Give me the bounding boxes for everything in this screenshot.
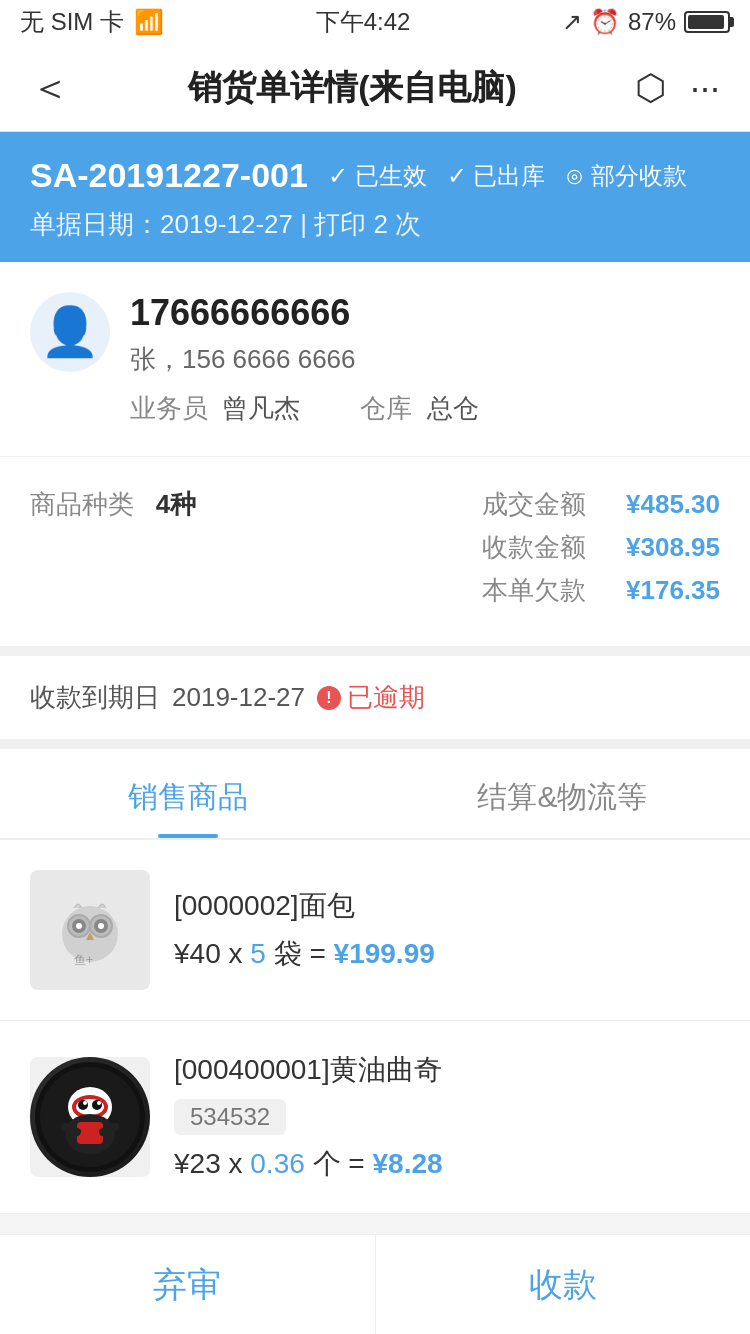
- carrier-text: 无 SIM 卡: [20, 6, 124, 38]
- back-button[interactable]: ＜: [30, 60, 70, 115]
- svg-line-20: [65, 1127, 77, 1132]
- stats-right: 成交金额 ¥485.30 收款金额 ¥308.95 本单欠款 ¥176.35: [482, 487, 720, 616]
- warehouse-info: 仓库 总仓: [360, 391, 478, 426]
- customer-meta: 业务员 曾凡杰 仓库 总仓: [130, 391, 720, 426]
- battery-text: 87%: [628, 8, 676, 36]
- product-price-row-0: ¥40 x 5 袋 = ¥199.99: [174, 935, 720, 973]
- wifi-icon: 📶: [134, 8, 164, 36]
- product-unit-0: 袋: [274, 938, 302, 969]
- order-meta: 单据日期：2019-12-27 | 打印 2 次: [30, 207, 720, 242]
- product-price-row-1: ¥23 x 0.36 个 = ¥8.28: [174, 1145, 720, 1183]
- product-qty-0: 5: [250, 938, 266, 969]
- amount-row-2: 本单欠款 ¥176.35: [482, 573, 720, 608]
- stats-section: 商品种类 4种 成交金额 ¥485.30 收款金额 ¥308.95 本单欠款 ¥…: [0, 457, 750, 656]
- cookie-icon: [35, 1062, 145, 1172]
- location-icon: ↗: [562, 8, 582, 36]
- product-info-1: [000400001]黄油曲奇 534532 ¥23 x 0.36 个 = ¥8…: [174, 1051, 720, 1183]
- amount-row-0: 成交金额 ¥485.30: [482, 487, 720, 522]
- avatar: 👤: [30, 292, 110, 372]
- svg-rect-19: [77, 1122, 103, 1144]
- badge-effective: ✓ 已生效: [328, 160, 427, 192]
- svg-point-16: [83, 1101, 87, 1105]
- alarm-icon: ⏰: [590, 8, 620, 36]
- amount-label-0: 成交金额: [482, 487, 586, 522]
- order-id: SA-20191227-001: [30, 156, 308, 195]
- product-total-1: ¥8.28: [372, 1148, 442, 1179]
- svg-point-14: [78, 1100, 88, 1110]
- share-icon[interactable]: ⬡: [635, 67, 666, 109]
- stats-row: 商品种类 4种 成交金额 ¥485.30 收款金额 ¥308.95 本单欠款 ¥…: [30, 487, 720, 616]
- stats-left: 商品种类 4种: [30, 487, 196, 526]
- svg-point-15: [92, 1100, 102, 1110]
- status-bar: 无 SIM 卡 📶 下午4:42 ↗ ⏰ 87%: [0, 0, 750, 44]
- battery-icon: [684, 11, 730, 33]
- product-list: 鱼+ [0000002]面包 ¥40 x 5 袋 = ¥199.99: [0, 840, 750, 1214]
- cancel-audit-button[interactable]: 弃审: [0, 1235, 376, 1334]
- svg-point-17: [97, 1101, 101, 1105]
- warehouse-label: 仓库: [360, 393, 412, 423]
- page-title: 销货单详情(来自电脑): [188, 65, 517, 111]
- product-code-0: [0000002]面包: [174, 887, 720, 925]
- svg-line-21: [103, 1127, 115, 1132]
- product-total-0: ¥199.99: [334, 938, 435, 969]
- product-price-0: ¥40: [174, 938, 221, 969]
- customer-id: 17666666666: [130, 292, 720, 334]
- overdue-icon: !: [317, 686, 341, 710]
- due-date-label: 收款到期日: [30, 680, 160, 715]
- warehouse-name: 总仓: [427, 393, 479, 423]
- tab-sales-products[interactable]: 销售商品: [0, 749, 375, 838]
- amount-value-1: ¥308.95: [626, 532, 720, 563]
- svg-point-5: [76, 923, 82, 929]
- tab-settlement-logistics[interactable]: 结算&物流等: [375, 749, 750, 838]
- customer-section: 👤 17666666666 张，156 6666 6666 业务员 曾凡杰 仓库…: [0, 262, 750, 457]
- amount-label-2: 本单欠款: [482, 573, 586, 608]
- bottom-toolbar: 弃审 收款: [0, 1234, 750, 1334]
- product-code-1: [000400001]黄油曲奇: [174, 1051, 720, 1089]
- nav-bar: ＜ 销货单详情(来自电脑) ⬡ ···: [0, 44, 750, 132]
- product-info-0: [0000002]面包 ¥40 x 5 袋 = ¥199.99: [174, 887, 720, 973]
- status-time: 下午4:42: [316, 6, 411, 38]
- more-icon[interactable]: ···: [690, 67, 720, 109]
- product-type-stat: 商品种类 4种: [30, 487, 196, 522]
- product-type-label: 商品种类: [30, 489, 134, 519]
- badge-shipped: ✓ 已出库: [447, 160, 546, 192]
- overdue-badge: ! 已逾期: [317, 680, 425, 715]
- amount-value-2: ¥176.35: [626, 575, 720, 606]
- product-thumb-0: 鱼+: [30, 870, 150, 990]
- svg-text:鱼+: 鱼+: [74, 953, 93, 967]
- amount-row-1: 收款金额 ¥308.95: [482, 530, 720, 565]
- due-section: 收款到期日 2019-12-27 ! 已逾期: [0, 656, 750, 749]
- product-price-1: ¥23: [174, 1148, 221, 1179]
- customer-info: 17666666666 张，156 6666 6666 业务员 曾凡杰 仓库 总…: [130, 292, 720, 426]
- due-date-value: 2019-12-27: [172, 682, 305, 713]
- amount-value-0: ¥485.30: [626, 489, 720, 520]
- order-header: SA-20191227-001 ✓ 已生效 ✓ 已出库 ⊙ 部分收款 单据日期：…: [0, 132, 750, 262]
- nav-actions: ⬡ ···: [635, 67, 720, 109]
- sales-info: 业务员 曾凡杰: [130, 391, 300, 426]
- tabs: 销售商品 结算&物流等: [0, 749, 750, 840]
- customer-name-phone: 张，156 6666 6666: [130, 342, 720, 377]
- product-qty-1: 0.36: [250, 1148, 305, 1179]
- collect-payment-button[interactable]: 收款: [376, 1235, 751, 1334]
- product-item-1: [000400001]黄油曲奇 534532 ¥23 x 0.36 个 = ¥8…: [0, 1021, 750, 1214]
- owl-icon: 鱼+: [50, 890, 130, 970]
- cookie-image: [30, 1057, 150, 1177]
- sales-name: 曾凡杰: [222, 393, 300, 423]
- product-item-0: 鱼+ [0000002]面包 ¥40 x 5 袋 = ¥199.99: [0, 840, 750, 1021]
- person-icon: 👤: [40, 304, 100, 360]
- amount-label-1: 收款金额: [482, 530, 586, 565]
- product-sku-1: 534532: [174, 1099, 286, 1135]
- product-thumb-1: [30, 1057, 150, 1177]
- status-left: 无 SIM 卡 📶: [20, 6, 164, 38]
- sales-label: 业务员: [130, 393, 208, 423]
- product-type-value: 4种: [156, 489, 196, 519]
- product-unit-1: 个: [313, 1148, 341, 1179]
- badge-partial: ⊙ 部分收款: [565, 160, 687, 192]
- svg-point-6: [98, 923, 104, 929]
- status-right: ↗ ⏰ 87%: [562, 8, 730, 36]
- overdue-text: 已逾期: [347, 680, 425, 715]
